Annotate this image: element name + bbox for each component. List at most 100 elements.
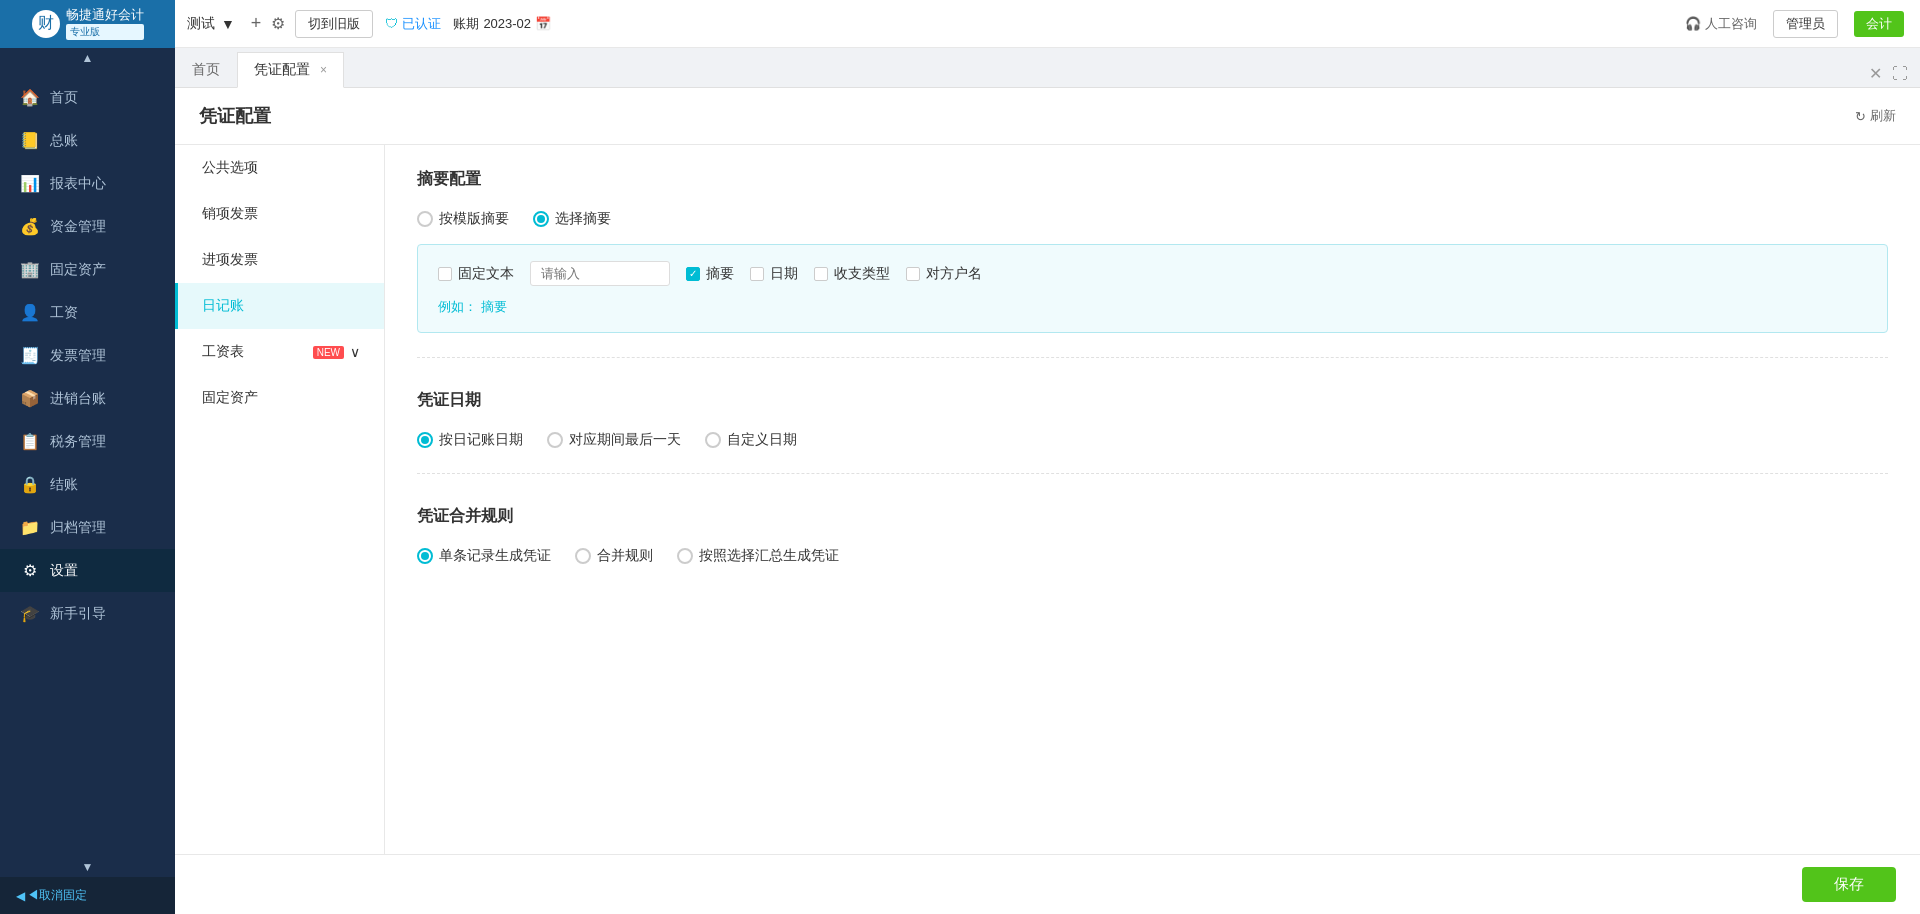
left-menu-item-journal[interactable]: 日记账 <box>175 283 384 329</box>
logo: 财 畅捷通好会计 专业版 <box>0 0 175 48</box>
sidebar-item-trading[interactable]: 📦 进销台账 <box>0 377 175 420</box>
left-menu-item-fixed-assets[interactable]: 固定资产 <box>175 375 384 421</box>
radio-label: 按照选择汇总生成凭证 <box>699 547 839 565</box>
menu-item-label: 日记账 <box>202 297 244 313</box>
add-icon[interactable]: + <box>251 13 262 34</box>
sidebar-item-invoice[interactable]: 🧾 发票管理 <box>0 334 175 377</box>
tab-voucher-config[interactable]: 凭证配置 × <box>237 52 344 88</box>
radio-custom-date[interactable]: 自定义日期 <box>705 431 797 449</box>
radio-merge-rule[interactable]: 合并规则 <box>575 547 653 565</box>
sidebar-item-label: 税务管理 <box>50 433 106 451</box>
radio-label: 按模版摘要 <box>439 210 509 228</box>
checkbox-counterpart-name[interactable]: 对方户名 <box>906 265 982 283</box>
tab-close-icon[interactable]: × <box>320 63 327 77</box>
funds-icon: 💰 <box>20 217 40 236</box>
radio-circle-checked <box>417 432 433 448</box>
close-icon[interactable]: ✕ <box>1869 64 1882 83</box>
right-content: 摘要配置 按模版摘要 选择摘要 <box>385 145 1920 854</box>
consult-label: 人工咨询 <box>1705 15 1757 33</box>
tab-active-label: 凭证配置 <box>254 61 310 79</box>
archive-icon: 📁 <box>20 518 40 537</box>
calendar-icon[interactable]: 📅 <box>535 16 551 31</box>
tax-icon: 📋 <box>20 432 40 451</box>
merge-section-title: 凭证合并规则 <box>417 506 1888 527</box>
radio-circle <box>417 211 433 227</box>
refresh-button[interactable]: ↻ 刷新 <box>1855 107 1896 141</box>
two-col-layout: 公共选项 销项发票 进项发票 日记账 工资表 <box>175 145 1920 854</box>
sidebar-item-label: 进销台账 <box>50 390 106 408</box>
sidebar-item-reports[interactable]: 📊 报表中心 <box>0 162 175 205</box>
radio-circle <box>547 432 563 448</box>
checkbox-date[interactable]: 日期 <box>750 265 798 283</box>
salary-icon: 👤 <box>20 303 40 322</box>
settings-icon[interactable]: ⚙ <box>271 14 285 33</box>
sidebar-item-ledger[interactable]: 📒 总账 <box>0 119 175 162</box>
sidebar-item-funds[interactable]: 💰 资金管理 <box>0 205 175 248</box>
company-name: 测试 <box>187 15 215 33</box>
checkbox-label: 对方户名 <box>926 265 982 283</box>
company-selector[interactable]: 测试 ▼ <box>187 15 235 33</box>
sidebar-item-label: 发票管理 <box>50 347 106 365</box>
merge-config-section: 凭证合并规则 单条记录生成凭证 合并规则 <box>417 506 1888 589</box>
checkbox-label: 摘要 <box>706 265 734 283</box>
consult-button[interactable]: 🎧 人工咨询 <box>1685 15 1757 33</box>
cancel-fixed-button[interactable]: ◀ ◀取消固定 <box>0 877 175 914</box>
summary-config-row: 固定文本 ✓ 摘要 日期 <box>438 261 1867 286</box>
left-menu-item-purchase-invoice[interactable]: 进项发票 <box>175 237 384 283</box>
radio-single-record[interactable]: 单条记录生成凭证 <box>417 547 551 565</box>
menu-item-label: 进项发票 <box>202 251 258 267</box>
sidebar-item-home[interactable]: 🏠 首页 <box>0 76 175 119</box>
save-button[interactable]: 保存 <box>1802 867 1896 902</box>
sidebar-item-salary[interactable]: 👤 工资 <box>0 291 175 334</box>
radio-circle <box>677 548 693 564</box>
sidebar-item-label: 首页 <box>50 89 78 107</box>
radio-journal-date[interactable]: 按日记账日期 <box>417 431 523 449</box>
menu-item-label: 公共选项 <box>202 159 258 175</box>
manager-button[interactable]: 管理员 <box>1773 10 1838 38</box>
date-config-section: 凭证日期 按日记账日期 对应期间最后一天 <box>417 390 1888 474</box>
sidebar-item-archive[interactable]: 📁 归档管理 <box>0 506 175 549</box>
page-header: 凭证配置 ↻ 刷新 <box>175 88 1920 145</box>
sidebar-item-label: 资金管理 <box>50 218 106 236</box>
radio-template-summary[interactable]: 按模版摘要 <box>417 210 509 228</box>
left-menu: 公共选项 销项发票 进项发票 日记账 工资表 <box>175 145 385 854</box>
tab-home[interactable]: 首页 <box>175 51 237 87</box>
checkbox-abstract[interactable]: ✓ 摘要 <box>686 265 734 283</box>
period-value: 2023-02 <box>483 16 531 31</box>
fixed-text-input[interactable] <box>530 261 670 286</box>
sidebar-nav: 🏠 首页 📒 总账 📊 报表中心 💰 资金管理 🏢 固定资产 👤 工资 <box>0 68 175 857</box>
checkbox-box <box>438 267 452 281</box>
sidebar-item-closing[interactable]: 🔒 结账 <box>0 463 175 506</box>
guide-icon: 🎓 <box>20 604 40 623</box>
page-content: 凭证配置 ↻ 刷新 公共选项 销项发票 进项发票 <box>175 88 1920 914</box>
content-area: 首页 凭证配置 × ✕ ⛶ 凭证配置 ↻ 刷新 <box>175 48 1920 914</box>
sidebar-item-settings[interactable]: ⚙ 设置 <box>0 549 175 592</box>
checkbox-fixed-text[interactable]: 固定文本 <box>438 265 514 283</box>
radio-select-summary[interactable]: 选择摘要 <box>533 210 611 228</box>
checkbox-payment-type[interactable]: 收支类型 <box>814 265 890 283</box>
old-version-button[interactable]: 切到旧版 <box>295 10 373 38</box>
left-menu-item-sales-invoice[interactable]: 销项发票 <box>175 191 384 237</box>
sidebar-scroll-down[interactable]: ▼ <box>0 857 175 877</box>
header-actions: + ⚙ 切到旧版 <box>251 10 374 38</box>
checkbox-box <box>750 267 764 281</box>
settings-nav-icon: ⚙ <box>20 561 40 580</box>
sidebar-item-tax[interactable]: 📋 税务管理 <box>0 420 175 463</box>
sidebar-item-assets[interactable]: 🏢 固定资产 <box>0 248 175 291</box>
radio-circle-checked <box>417 548 433 564</box>
radio-label: 合并规则 <box>597 547 653 565</box>
accountant-button[interactable]: 会计 <box>1854 11 1904 37</box>
sidebar-item-label: 报表中心 <box>50 175 106 193</box>
expand-icon[interactable]: ⛶ <box>1892 65 1908 83</box>
radio-period-last-day[interactable]: 对应期间最后一天 <box>547 431 681 449</box>
sidebar-item-guide[interactable]: 🎓 新手引导 <box>0 592 175 635</box>
sidebar-scroll-up[interactable]: ▲ <box>0 48 175 68</box>
radio-label: 按日记账日期 <box>439 431 523 449</box>
left-menu-item-public[interactable]: 公共选项 <box>175 145 384 191</box>
sidebar-item-label: 新手引导 <box>50 605 106 623</box>
page-title: 凭证配置 <box>199 104 271 144</box>
main-layout: ▲ 🏠 首页 📒 总账 📊 报表中心 💰 资金管理 🏢 固定资产 <box>0 48 1920 914</box>
left-menu-item-payroll[interactable]: 工资表 NEW ∨ <box>175 329 384 375</box>
radio-aggregate[interactable]: 按照选择汇总生成凭证 <box>677 547 839 565</box>
refresh-icon: ↻ <box>1855 109 1866 124</box>
